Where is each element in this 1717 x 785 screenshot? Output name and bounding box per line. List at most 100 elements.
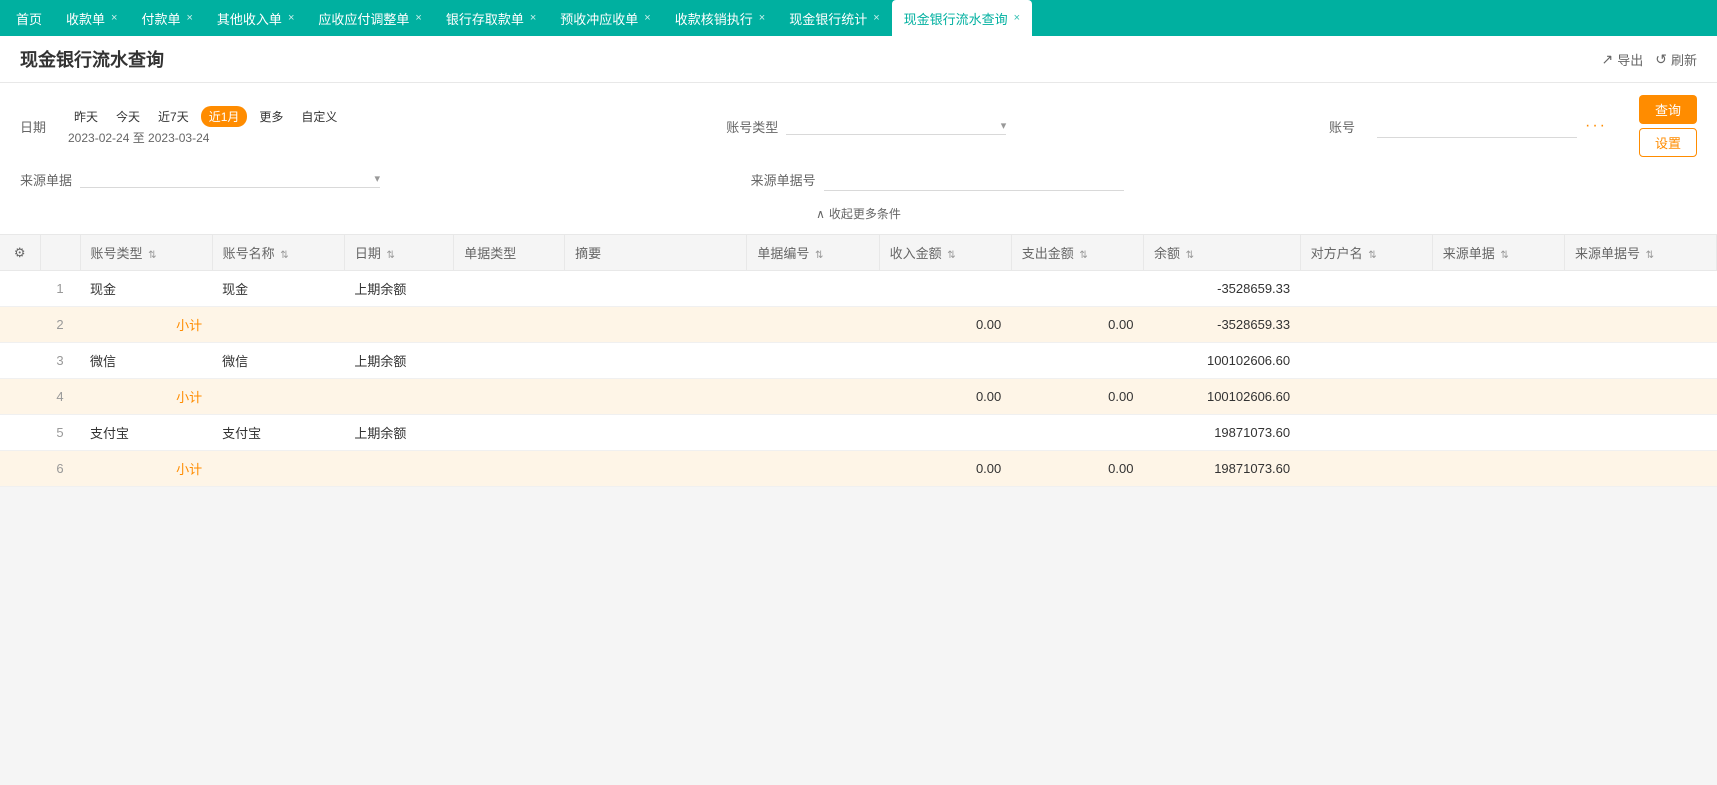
nav-receipt[interactable]: 收款单 × <box>54 0 129 36</box>
sort-balance-icon: ⇅ <box>1186 250 1194 261</box>
table-settings-icon[interactable]: ⚙ <box>14 245 26 260</box>
date-custom[interactable]: 自定义 <box>295 106 343 127</box>
collapse-bar[interactable]: ∧ 收起更多条件 <box>20 201 1697 222</box>
td-source-doc <box>1432 415 1564 451</box>
close-payment-icon[interactable]: × <box>186 12 192 24</box>
td-doc-type <box>454 379 565 415</box>
td-date: 上期余额 <box>344 343 453 379</box>
td-date: 上期余额 <box>344 271 453 307</box>
close-cash-bank-stat-icon[interactable]: × <box>873 12 879 24</box>
th-counterparty[interactable]: 对方户名 ⇅ <box>1300 235 1432 271</box>
td-account-type: 小计 <box>80 307 212 343</box>
td-source-doc-no <box>1564 379 1716 415</box>
table-header-row: ⚙ 账号类型 ⇅ 账号名称 ⇅ 日期 ⇅ 单据类型 摘要 单据编号 ⇅ 收入金额… <box>0 235 1717 271</box>
td-row-num: 3 <box>40 343 80 379</box>
sort-doc-no-icon: ⇅ <box>815 250 823 261</box>
th-doc-no[interactable]: 单据编号 ⇅ <box>747 235 879 271</box>
th-balance[interactable]: 余额 ⇅ <box>1143 235 1300 271</box>
td-doc-type <box>454 451 565 487</box>
nav-cash-bank-query[interactable]: 现金银行流水查询 × <box>892 0 1032 36</box>
date-more[interactable]: 更多 <box>253 106 289 127</box>
close-other-income-icon[interactable]: × <box>288 12 294 24</box>
close-ar-ap-icon[interactable]: × <box>415 12 421 24</box>
nav-bank-deposit[interactable]: 银行存取款单 × <box>434 0 548 36</box>
td-source-doc-no <box>1564 415 1716 451</box>
th-expense[interactable]: 支出金额 ⇅ <box>1011 235 1143 271</box>
close-receipt-icon[interactable]: × <box>111 12 117 24</box>
source-doc-no-input-wrapper <box>824 167 1124 191</box>
account-type-select[interactable]: ▾ <box>786 117 1006 135</box>
date-1month[interactable]: 近1月 <box>201 106 248 127</box>
nav-home[interactable]: 首页 <box>4 0 54 36</box>
td-income: 0.00 <box>879 379 1011 415</box>
td-account-type: 支付宝 <box>80 415 212 451</box>
td-account-name: 微信 <box>212 343 344 379</box>
refresh-button[interactable]: ↺ 刷新 <box>1655 50 1697 69</box>
th-date[interactable]: 日期 ⇅ <box>344 235 453 271</box>
td-row-num: 6 <box>40 451 80 487</box>
table-row: 5支付宝支付宝上期余额19871073.60 <box>0 415 1717 451</box>
action-buttons: 查询 设置 <box>1639 95 1697 157</box>
td-balance: 100102606.60 <box>1143 343 1300 379</box>
td-settings <box>0 415 40 451</box>
td-counterparty <box>1300 271 1432 307</box>
td-doc-type <box>454 271 565 307</box>
account-input-wrapper <box>1377 114 1577 138</box>
th-settings[interactable]: ⚙ <box>0 235 40 271</box>
date-yesterday[interactable]: 昨天 <box>68 106 104 127</box>
date-7days[interactable]: 近7天 <box>152 106 195 127</box>
th-source-doc[interactable]: 来源单据 ⇅ <box>1432 235 1564 271</box>
td-settings <box>0 307 40 343</box>
sort-account-name-icon: ⇅ <box>280 250 288 261</box>
close-cash-bank-query-icon[interactable]: × <box>1014 12 1020 24</box>
source-doc-label: 来源单据 <box>20 170 72 189</box>
td-balance: 19871073.60 <box>1143 451 1300 487</box>
nav-payment[interactable]: 付款单 × <box>129 0 204 36</box>
nav-cash-bank-stat[interactable]: 现金银行统计 × <box>777 0 891 36</box>
collapse-label: 收起更多条件 <box>829 205 901 222</box>
td-account-type: 小计 <box>80 451 212 487</box>
date-filters: 昨天 今天 近7天 近1月 更多 自定义 2023-02-24 至 2023-0… <box>68 106 343 146</box>
td-row-num: 4 <box>40 379 80 415</box>
td-summary <box>565 307 747 343</box>
close-bank-deposit-icon[interactable]: × <box>530 12 536 24</box>
sort-source-doc-icon: ⇅ <box>1500 250 1508 261</box>
source-doc-chevron-icon: ▾ <box>374 172 380 185</box>
settings-button[interactable]: 设置 <box>1639 128 1697 157</box>
th-account-name[interactable]: 账号名称 ⇅ <box>212 235 344 271</box>
td-date <box>344 307 453 343</box>
nav-receipt-verify[interactable]: 收款核销执行 × <box>663 0 777 36</box>
table-body: 1现金现金上期余额-3528659.332小计0.000.00-3528659.… <box>0 271 1717 487</box>
td-income: 0.00 <box>879 307 1011 343</box>
td-income <box>879 343 1011 379</box>
close-prepay-icon[interactable]: × <box>644 12 650 24</box>
td-date <box>344 451 453 487</box>
td-row-num: 1 <box>40 271 80 307</box>
td-account-name: 支付宝 <box>212 415 344 451</box>
source-doc-no-input[interactable] <box>824 169 1104 188</box>
th-account-type[interactable]: 账号类型 ⇅ <box>80 235 212 271</box>
td-row-num: 5 <box>40 415 80 451</box>
sort-expense-icon: ⇅ <box>1079 250 1087 261</box>
td-doc-no <box>747 343 879 379</box>
table-row: 2小计0.000.00-3528659.33 <box>0 307 1717 343</box>
td-source-doc <box>1432 451 1564 487</box>
date-today[interactable]: 今天 <box>110 106 146 127</box>
nav-ar-ap-adjust[interactable]: 应收应付调整单 × <box>306 0 433 36</box>
th-income[interactable]: 收入金额 ⇅ <box>879 235 1011 271</box>
export-button[interactable]: ↗ 导出 <box>1602 50 1644 69</box>
date-buttons: 昨天 今天 近7天 近1月 更多 自定义 <box>68 106 343 127</box>
th-source-doc-no[interactable]: 来源单据号 ⇅ <box>1564 235 1716 271</box>
nav-prepay-offset[interactable]: 预收冲应收单 × <box>548 0 662 36</box>
account-type-label: 账号类型 <box>726 117 778 136</box>
source-doc-select[interactable]: ▾ <box>80 170 380 188</box>
account-input[interactable] <box>1377 116 1577 135</box>
query-button[interactable]: 查询 <box>1639 95 1697 124</box>
nav-other-income[interactable]: 其他收入单 × <box>205 0 306 36</box>
sort-counterparty-icon: ⇅ <box>1368 250 1376 261</box>
td-doc-no <box>747 379 879 415</box>
td-date <box>344 379 453 415</box>
date-range-text: 2023-02-24 至 2023-03-24 <box>68 129 209 146</box>
close-receipt-verify-icon[interactable]: × <box>759 12 765 24</box>
account-dots-button[interactable]: ··· <box>1585 117 1607 135</box>
